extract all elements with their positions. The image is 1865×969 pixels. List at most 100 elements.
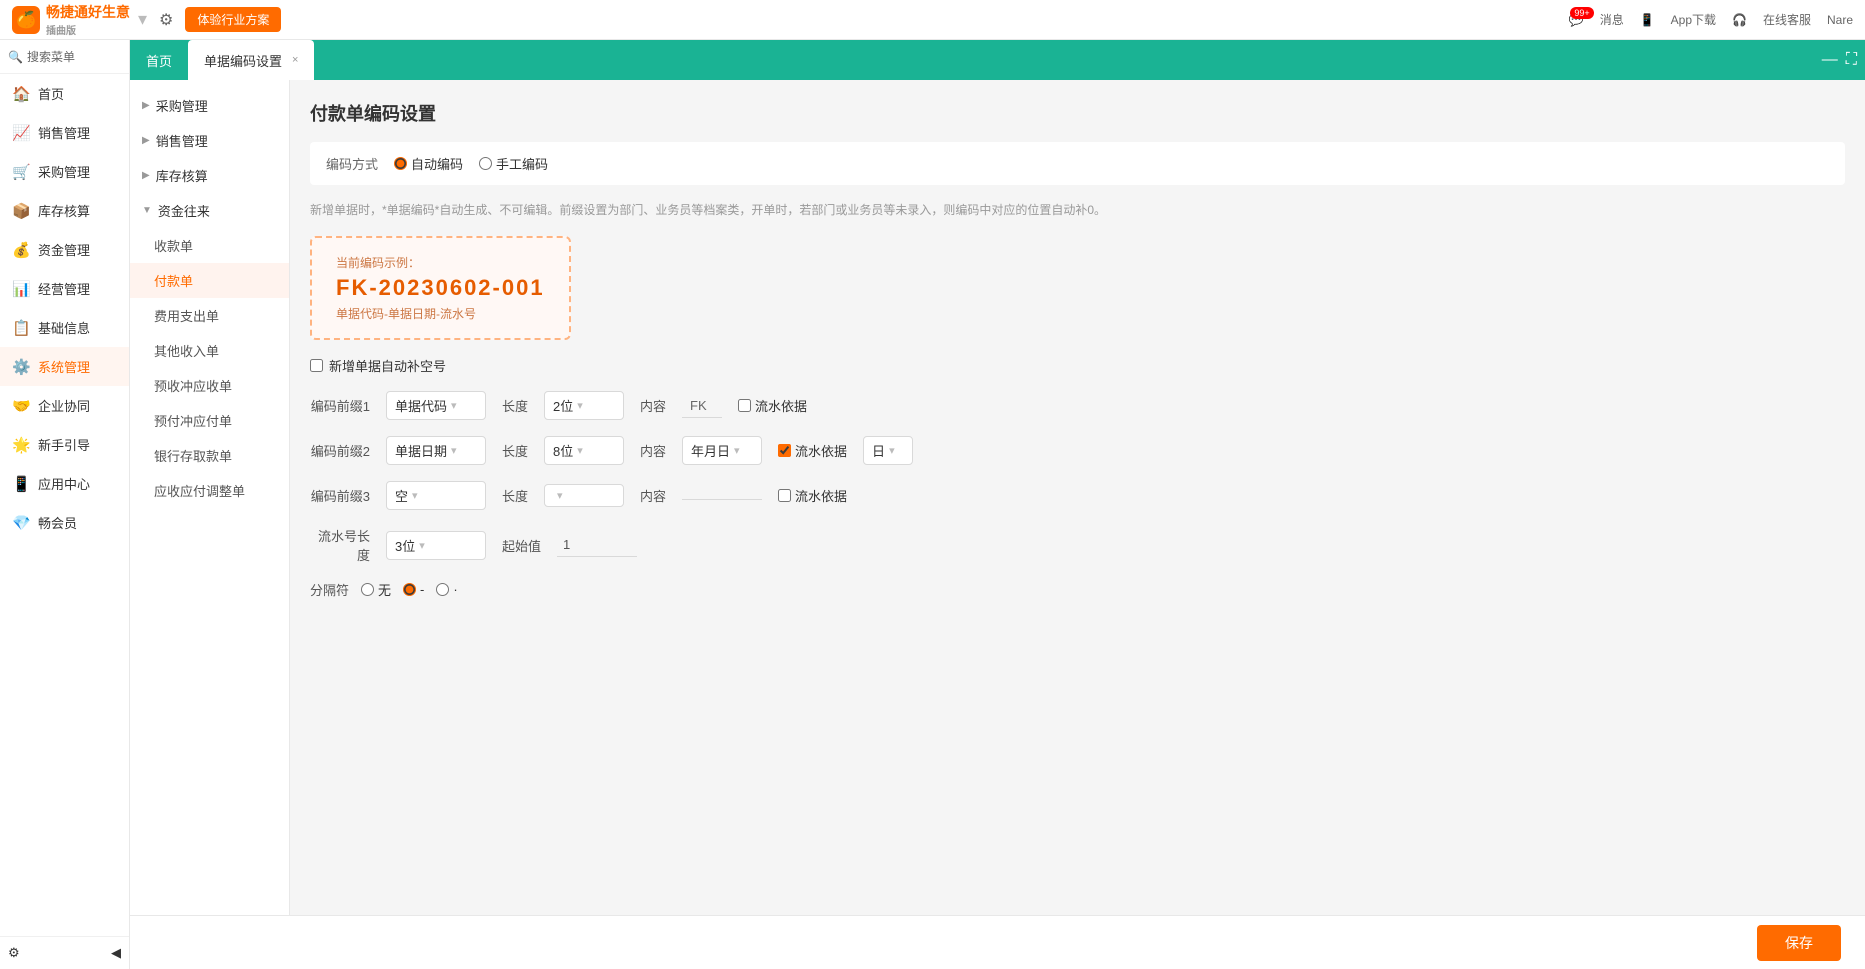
tab-home-label: 首页: [146, 51, 172, 70]
sep-dash-option[interactable]: -: [403, 582, 424, 597]
search-menu[interactable]: 🔍 搜索菜单: [0, 40, 129, 74]
save-button[interactable]: 保存: [1757, 925, 1841, 961]
length1-select[interactable]: 2位 ▾: [544, 391, 624, 420]
sidebar-item-purchase[interactable]: 🛒 采购管理: [0, 152, 129, 191]
inventory-arrow-icon: ▶: [142, 170, 150, 181]
nav-group-sales: ▶ 销售管理: [130, 123, 289, 158]
manual-encode-option[interactable]: 手工编码: [479, 154, 548, 173]
sep-dot-option[interactable]: ·: [436, 582, 457, 597]
serial1-checkbox[interactable]: [738, 399, 751, 412]
manual-encode-label: 手工编码: [496, 154, 548, 173]
nav-item-prepay-receivable[interactable]: 预收冲应收单: [130, 368, 289, 403]
app-download[interactable]: App下载: [1671, 11, 1716, 28]
online-service[interactable]: 在线客服: [1763, 11, 1811, 28]
username[interactable]: Nare: [1827, 13, 1853, 27]
serial2-period-select[interactable]: 日 ▾: [863, 436, 913, 465]
prefix1-select[interactable]: 单据代码 ▾: [386, 391, 486, 420]
sidebar-item-sales[interactable]: 📈 销售管理: [0, 113, 129, 152]
prefix2-label: 编码前缀2: [310, 441, 370, 460]
auto-encode-radio[interactable]: [394, 157, 407, 170]
serial2-checkbox[interactable]: [778, 444, 791, 457]
nav-group-purchase-title[interactable]: ▶ 采购管理: [130, 88, 289, 123]
settings-bottom-icon[interactable]: ⚙: [8, 945, 20, 961]
prefix3-select[interactable]: 空 ▾: [386, 481, 486, 510]
nav-group-sales-title[interactable]: ▶ 销售管理: [130, 123, 289, 158]
nav-group-inventory-title[interactable]: ▶ 库存核算: [130, 158, 289, 193]
prefix2-select[interactable]: 单据日期 ▾: [386, 436, 486, 465]
collapse-icon[interactable]: ◀: [111, 945, 121, 961]
nav-item-prepay-payable[interactable]: 预付冲应付单: [130, 403, 289, 438]
encoding-mode-row: 编码方式 自动编码 手工编码: [310, 142, 1845, 185]
nav-item-ar-ap-adjust[interactable]: 应收应付调整单: [130, 473, 289, 508]
nav-item-receipt[interactable]: 收款单: [130, 228, 289, 263]
search-icon: 🔍: [8, 50, 23, 64]
tab-bar: 首页 单据编码设置 × — ⛶: [130, 40, 1865, 80]
purchase-icon: 🛒: [12, 163, 30, 181]
dropdown-icon[interactable]: ▾: [138, 9, 147, 30]
brand-icon: 🍊: [12, 6, 40, 34]
serial2-wrap: 流水依据: [778, 441, 847, 460]
serial3-label: 流水依据: [795, 486, 847, 505]
sidebar-item-system[interactable]: ⚙️ 系统管理: [0, 347, 129, 386]
length3-select[interactable]: ▾: [544, 484, 624, 507]
nav-item-payment[interactable]: 付款单: [130, 263, 289, 298]
sidebar-item-enterprise[interactable]: 🤝 企业协同: [0, 386, 129, 425]
auto-fill-label: 新增单据自动补空号: [329, 356, 446, 375]
sidebar-item-apps[interactable]: 📱 应用中心: [0, 464, 129, 503]
home-icon: 🏠: [12, 85, 30, 103]
content1-value: FK: [682, 394, 722, 418]
nav-group-capital-title[interactable]: ▼ 资金往来: [130, 193, 289, 228]
sidebar-item-basics[interactable]: 📋 基础信息: [0, 308, 129, 347]
content2-select[interactable]: 年月日 ▾: [682, 436, 762, 465]
message-wrap[interactable]: 💬 99+: [1569, 13, 1584, 27]
experience-btn[interactable]: 体验行业方案: [185, 7, 281, 32]
content3-label: 内容: [640, 486, 666, 505]
sidebar-item-member[interactable]: 💎 畅会员: [0, 503, 129, 542]
auto-fill-row: 新增单据自动补空号: [310, 356, 1845, 375]
serial1-label: 流水依据: [755, 396, 807, 415]
sidebar-apps-label: 应用中心: [38, 474, 90, 493]
nav-group-capital: ▼ 资金往来 收款单 付款单 费用支出单 其他收入单 预收冲应收单 预付冲应付单…: [130, 193, 289, 508]
start-value-label: 起始值: [502, 536, 541, 555]
serial3-wrap: 流水依据: [778, 486, 847, 505]
online-service-icon: 🎧: [1732, 13, 1747, 27]
start-value-input[interactable]: [557, 533, 637, 557]
sep-none-radio[interactable]: [361, 583, 374, 596]
prefix1-label: 编码前缀1: [310, 396, 370, 415]
settings-icon[interactable]: ⚙: [159, 10, 173, 30]
separator-label: 分隔符: [310, 580, 349, 599]
sidebar-item-inventory[interactable]: 📦 库存核算: [0, 191, 129, 230]
tab-home[interactable]: 首页: [130, 40, 188, 80]
serial2-period-value: 日: [872, 441, 885, 460]
nav-item-expense[interactable]: 费用支出单: [130, 298, 289, 333]
minimize-icon[interactable]: —: [1822, 51, 1838, 69]
tab-encoding[interactable]: 单据编码设置 ×: [188, 40, 314, 80]
sidebar-item-finance[interactable]: 💰 资金管理: [0, 230, 129, 269]
sidebar-item-guide[interactable]: 🌟 新手引导: [0, 425, 129, 464]
nav-item-bank-deposit[interactable]: 银行存取款单: [130, 438, 289, 473]
tab-close-icon[interactable]: ×: [292, 54, 298, 66]
serial-length-select[interactable]: 3位 ▾: [386, 531, 486, 560]
sep-none-option[interactable]: 无: [361, 580, 391, 599]
main-content: 首页 单据编码设置 × — ⛶ ▶ 采购管理: [130, 40, 1865, 969]
sidebar-item-home[interactable]: 🏠 首页: [0, 74, 129, 113]
maximize-icon[interactable]: ⛶: [1846, 51, 1857, 69]
auto-encode-label: 自动编码: [411, 154, 463, 173]
sep-dash-label: -: [420, 582, 424, 597]
auto-fill-checkbox[interactable]: [310, 359, 323, 372]
serial2-period-caret-icon: ▾: [889, 444, 895, 457]
sep-dot-radio[interactable]: [436, 583, 449, 596]
auto-encode-option[interactable]: 自动编码: [394, 154, 463, 173]
basics-icon: 📋: [12, 319, 30, 337]
sidebar-sales-label: 销售管理: [38, 123, 90, 142]
sidebar-item-operations[interactable]: 📊 经营管理: [0, 269, 129, 308]
length2-value: 8位: [553, 441, 573, 460]
nav-item-other-income[interactable]: 其他收入单: [130, 333, 289, 368]
manual-encode-radio[interactable]: [479, 157, 492, 170]
prefix3-row: 编码前缀3 空 ▾ 长度 ▾ 内容 流水依据: [310, 481, 1845, 510]
sidebar-inventory-label: 库存核算: [38, 201, 90, 220]
length2-select[interactable]: 8位 ▾: [544, 436, 624, 465]
sep-dash-radio[interactable]: [403, 583, 416, 596]
serial3-checkbox[interactable]: [778, 489, 791, 502]
message-label[interactable]: 消息: [1600, 11, 1624, 28]
